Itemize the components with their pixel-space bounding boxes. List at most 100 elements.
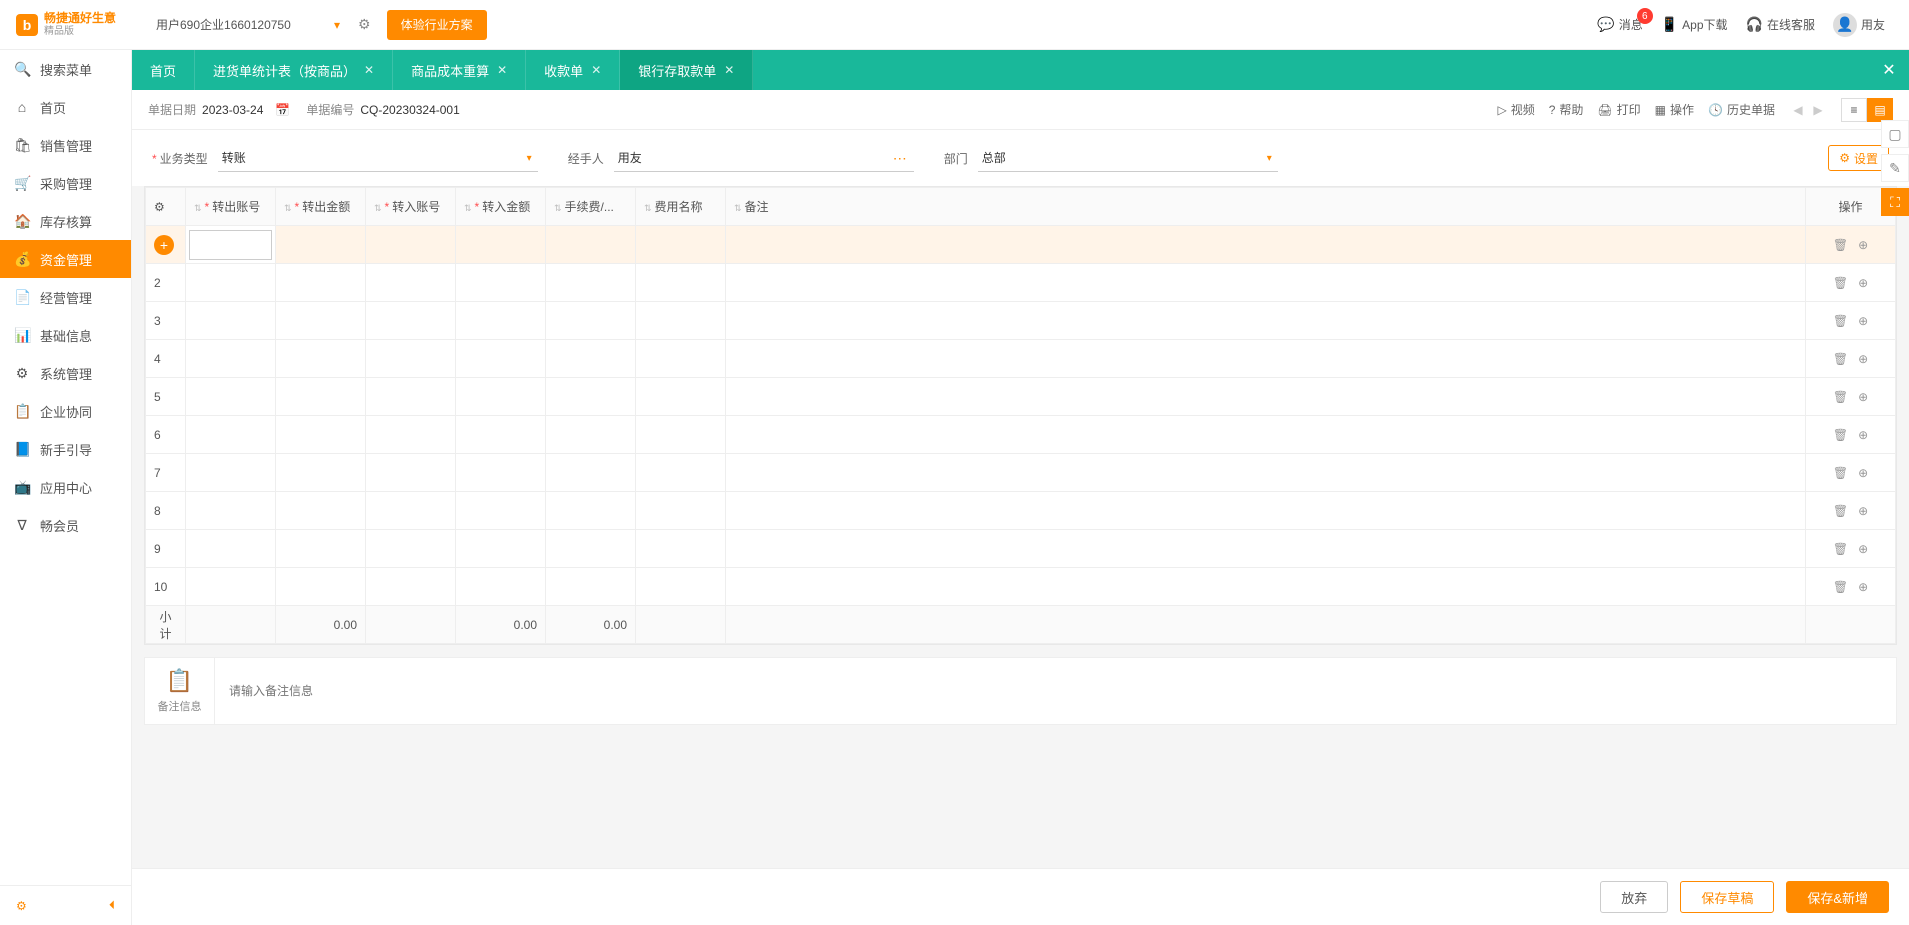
- history-link[interactable]: 🕓历史单据: [1708, 101, 1775, 118]
- tab-2[interactable]: 商品成本重算✕: [393, 50, 526, 90]
- table-row[interactable]: + 🗑 ⊕: [146, 226, 1896, 264]
- save-new-button[interactable]: 保存&新增: [1786, 881, 1889, 913]
- prev-doc[interactable]: ◀: [1789, 103, 1807, 117]
- table-row[interactable]: 8🗑⊕: [146, 492, 1896, 530]
- sidebar-collapse-icon[interactable]: ⏴: [109, 898, 115, 913]
- table-settings-icon[interactable]: ⚙: [146, 188, 186, 226]
- experience-button[interactable]: 体验行业方案: [387, 10, 487, 40]
- sidebar-item-7[interactable]: 📊基础信息: [0, 316, 131, 354]
- row-copy-icon[interactable]: ⊕: [1858, 314, 1868, 328]
- operate-link[interactable]: ▦操作: [1655, 101, 1694, 118]
- view-list[interactable]: ≡: [1841, 98, 1867, 122]
- table-row[interactable]: 5🗑⊕: [146, 378, 1896, 416]
- handler-input[interactable]: [614, 144, 914, 172]
- th-out-account[interactable]: ⇅*转出账号: [186, 188, 276, 226]
- remarks-input[interactable]: [215, 658, 1896, 724]
- tab-3[interactable]: 收款单✕: [526, 50, 620, 90]
- sidebar-item-5[interactable]: 💰资金管理: [0, 240, 131, 278]
- sidebar-item-3[interactable]: 🛒采购管理: [0, 164, 131, 202]
- biz-type-label: 业务类型: [160, 152, 208, 166]
- online-service-link[interactable]: 🎧 在线客服: [1746, 16, 1815, 33]
- rail-btn-expand[interactable]: ⛶: [1881, 188, 1909, 216]
- row-copy-icon[interactable]: ⊕: [1858, 352, 1868, 366]
- print-link[interactable]: 🖨打印: [1597, 101, 1640, 118]
- row-copy-icon[interactable]: ⊕: [1858, 390, 1868, 404]
- form-settings-button[interactable]: ⚙设置: [1828, 145, 1889, 171]
- tenant-dropdown[interactable]: 用户690企业1660120750 ▾: [148, 10, 348, 40]
- th-remark[interactable]: ⇅备注: [726, 188, 1806, 226]
- sidebar-item-1[interactable]: ⌂首页: [0, 88, 131, 126]
- dept-field: 部门 ▾: [944, 144, 1278, 172]
- table-row[interactable]: 2🗑⊕: [146, 264, 1896, 302]
- next-doc[interactable]: ▶: [1809, 103, 1827, 117]
- table-row[interactable]: 6🗑⊕: [146, 416, 1896, 454]
- sidebar-item-9[interactable]: 📋企业协同: [0, 392, 131, 430]
- row-copy-icon[interactable]: ⊕: [1858, 428, 1868, 442]
- row-delete-icon[interactable]: 🗑: [1833, 428, 1848, 442]
- tab-4[interactable]: 银行存取款单 ✕: [620, 50, 753, 90]
- app-download-link[interactable]: 📱 App下载: [1661, 16, 1728, 33]
- sidebar-item-2[interactable]: 🛍销售管理: [0, 126, 131, 164]
- sidebar-item-8[interactable]: ⚙系统管理: [0, 354, 131, 392]
- row-delete-icon[interactable]: 🗑: [1833, 504, 1848, 518]
- user-menu[interactable]: 👤 用友: [1833, 13, 1885, 37]
- help-link[interactable]: ?帮助: [1549, 101, 1584, 118]
- table-row[interactable]: 7🗑⊕: [146, 454, 1896, 492]
- row-delete-icon[interactable]: 🗑: [1833, 542, 1848, 556]
- sidebar-item-4[interactable]: 🏠库存核算: [0, 202, 131, 240]
- tabs-close-all[interactable]: ✕: [1869, 50, 1909, 90]
- tab-label: 银行存取款单: [638, 61, 716, 80]
- th-out-amount[interactable]: ⇅*转出金额: [276, 188, 366, 226]
- table-row[interactable]: 10🗑⊕: [146, 568, 1896, 606]
- row-copy-icon[interactable]: ⊕: [1858, 504, 1868, 518]
- table-row[interactable]: 4🗑⊕: [146, 340, 1896, 378]
- save-draft-button[interactable]: 保存草稿: [1680, 881, 1774, 913]
- row-delete-icon[interactable]: 🗑: [1833, 314, 1848, 328]
- tab-1[interactable]: 进货单统计表（按商品）✕: [195, 50, 393, 90]
- sidebar-icon: 🛒: [14, 175, 30, 192]
- th-in-amount[interactable]: ⇅*转入金额: [456, 188, 546, 226]
- row-copy-icon[interactable]: ⊕: [1858, 580, 1868, 594]
- sidebar-item-10[interactable]: 📘新手引导: [0, 430, 131, 468]
- add-row-button[interactable]: +: [154, 235, 174, 255]
- tab-0[interactable]: 首页: [132, 50, 195, 90]
- row-delete-icon[interactable]: 🗑: [1833, 352, 1848, 366]
- sidebar-item-11[interactable]: 📺应用中心: [0, 468, 131, 506]
- rail-btn-1[interactable]: ▢: [1881, 120, 1909, 148]
- th-fee-name[interactable]: ⇅费用名称: [636, 188, 726, 226]
- row-copy-icon[interactable]: ⊕: [1858, 238, 1868, 252]
- cell-input-out-account[interactable]: [189, 230, 272, 260]
- row-copy-icon[interactable]: ⊕: [1858, 276, 1868, 290]
- row-copy-icon[interactable]: ⊕: [1858, 542, 1868, 556]
- row-copy-icon[interactable]: ⊕: [1858, 466, 1868, 480]
- sidebar-settings-icon[interactable]: ⚙: [16, 899, 27, 913]
- tab-close-icon[interactable]: ✕: [591, 63, 601, 77]
- tenant-settings-icon[interactable]: ⚙: [358, 16, 371, 33]
- sidebar-icon: 📄: [14, 289, 30, 306]
- table-row[interactable]: 9🗑⊕: [146, 530, 1896, 568]
- dept-input[interactable]: [978, 144, 1278, 172]
- th-in-account[interactable]: ⇅*转入账号: [366, 188, 456, 226]
- doc-date-value[interactable]: 2023-03-24: [202, 103, 263, 117]
- row-delete-icon[interactable]: 🗑: [1833, 238, 1848, 252]
- tab-close-icon[interactable]: ✕: [497, 63, 507, 77]
- rail-btn-edit[interactable]: ✎: [1881, 154, 1909, 182]
- row-delete-icon[interactable]: 🗑: [1833, 390, 1848, 404]
- tab-close-icon[interactable]: ✕: [724, 63, 734, 77]
- th-fee[interactable]: ⇅手续费/...: [546, 188, 636, 226]
- logo-sub: 精品版: [44, 26, 116, 37]
- messages-link[interactable]: 💬 消息 6: [1597, 16, 1642, 33]
- sidebar-item-6[interactable]: 📄经营管理: [0, 278, 131, 316]
- biz-type-input[interactable]: [218, 144, 538, 172]
- row-delete-icon[interactable]: 🗑: [1833, 276, 1848, 290]
- tab-close-icon[interactable]: ✕: [364, 63, 374, 77]
- row-delete-icon[interactable]: 🗑: [1833, 466, 1848, 480]
- discard-button[interactable]: 放弃: [1600, 881, 1668, 913]
- video-link[interactable]: ▷视频: [1497, 101, 1534, 118]
- table-row[interactable]: 3🗑⊕: [146, 302, 1896, 340]
- row-delete-icon[interactable]: 🗑: [1833, 580, 1848, 594]
- view-card[interactable]: ▤: [1867, 98, 1893, 122]
- calendar-icon[interactable]: 📅: [275, 103, 290, 117]
- sidebar-item-0[interactable]: 🔍搜索菜单: [0, 50, 131, 88]
- sidebar-item-12[interactable]: ∇畅会员: [0, 506, 131, 544]
